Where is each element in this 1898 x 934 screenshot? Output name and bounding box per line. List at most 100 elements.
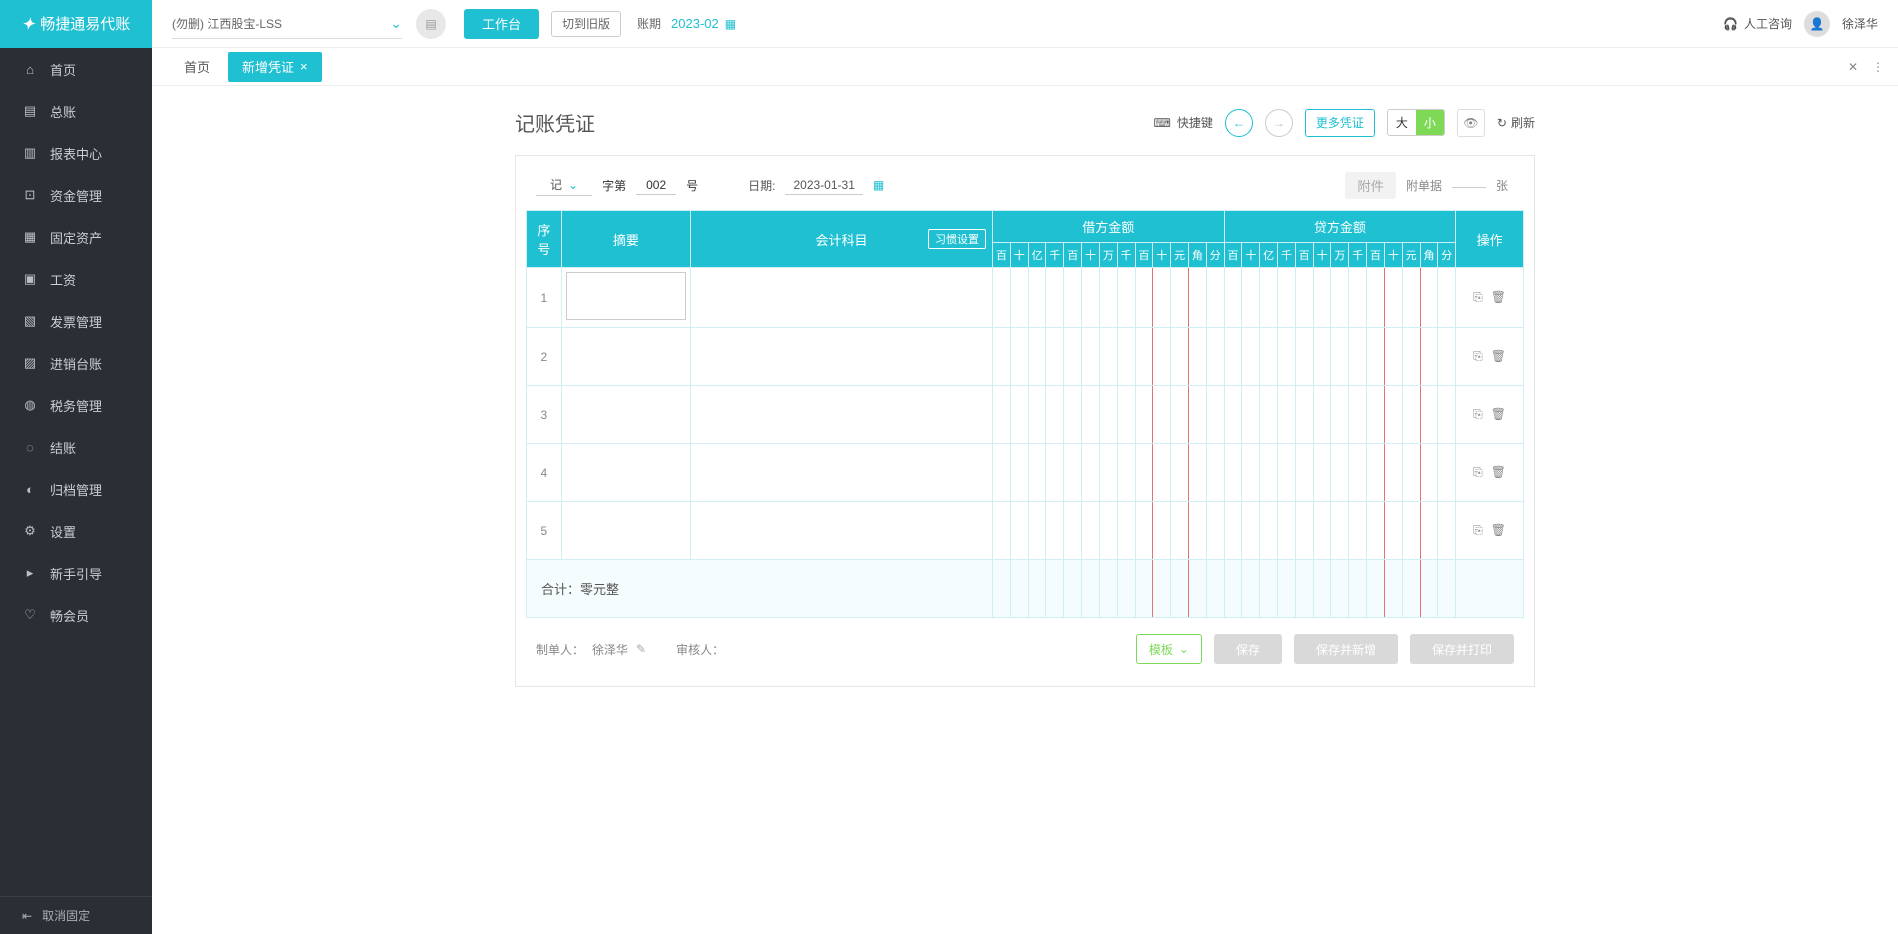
delete-row-icon[interactable]: 🗑	[1491, 290, 1506, 304]
money-cell[interactable]	[1028, 502, 1046, 560]
calendar-icon[interactable]: ▦	[873, 178, 884, 192]
sidebar-item-9[interactable]: ◌结账	[0, 426, 152, 468]
money-cell[interactable]	[1135, 502, 1153, 560]
tab-0[interactable]: 首页	[170, 52, 224, 82]
money-cell[interactable]	[1260, 328, 1278, 386]
money-cell[interactable]	[1313, 444, 1331, 502]
money-cell[interactable]	[1082, 502, 1100, 560]
sidebar-item-5[interactable]: ▣工资	[0, 258, 152, 300]
money-cell[interactable]	[1438, 502, 1456, 560]
delete-row-icon[interactable]: 🗑	[1491, 349, 1506, 363]
money-cell[interactable]	[1420, 502, 1438, 560]
money-cell[interactable]	[1278, 386, 1296, 444]
money-cell[interactable]	[1349, 444, 1367, 502]
money-cell[interactable]	[1099, 386, 1117, 444]
money-cell[interactable]	[993, 502, 1011, 560]
money-cell[interactable]	[1224, 328, 1242, 386]
money-cell[interactable]	[1438, 268, 1456, 328]
money-cell[interactable]	[1278, 328, 1296, 386]
money-cell[interactable]	[1188, 386, 1206, 444]
money-cell[interactable]	[993, 386, 1011, 444]
delete-row-icon[interactable]: 🗑	[1491, 407, 1506, 421]
money-cell[interactable]	[1242, 386, 1260, 444]
money-cell[interactable]	[1295, 328, 1313, 386]
subject-cell[interactable]	[691, 502, 993, 560]
money-cell[interactable]	[1260, 444, 1278, 502]
money-cell[interactable]	[1402, 268, 1420, 328]
money-cell[interactable]	[1384, 444, 1402, 502]
money-cell[interactable]	[1046, 328, 1064, 386]
money-cell[interactable]	[1153, 268, 1171, 328]
money-cell[interactable]	[1010, 328, 1028, 386]
size-toggle[interactable]: 大 小	[1387, 109, 1445, 136]
attach-count-input[interactable]	[1452, 183, 1486, 188]
money-cell[interactable]	[1064, 502, 1082, 560]
money-cell[interactable]	[1117, 444, 1135, 502]
document-icon[interactable]: ▤	[416, 9, 446, 39]
sidebar-item-12[interactable]: ▸新手引导	[0, 552, 152, 594]
save-new-button[interactable]: 保存并新增	[1294, 634, 1398, 664]
money-cell[interactable]	[1420, 268, 1438, 328]
money-cell[interactable]	[993, 268, 1011, 328]
money-cell[interactable]	[1278, 444, 1296, 502]
delete-row-icon[interactable]: 🗑	[1491, 465, 1506, 479]
refresh-button[interactable]: ↻ 刷新	[1497, 114, 1535, 131]
money-cell[interactable]	[1064, 386, 1082, 444]
summary-cell[interactable]	[561, 268, 690, 328]
habit-settings-button[interactable]: 习惯设置	[928, 229, 986, 249]
sidebar-item-2[interactable]: ▥报表中心	[0, 132, 152, 174]
money-cell[interactable]	[1188, 444, 1206, 502]
money-cell[interactable]	[1402, 444, 1420, 502]
calendar-icon[interactable]: ▦	[725, 17, 736, 31]
money-cell[interactable]	[1331, 328, 1349, 386]
money-cell[interactable]	[1171, 502, 1189, 560]
money-cell[interactable]	[1438, 386, 1456, 444]
money-cell[interactable]	[1313, 502, 1331, 560]
subject-cell[interactable]	[691, 328, 993, 386]
copy-row-icon[interactable]: ⎘	[1473, 465, 1483, 479]
money-cell[interactable]	[1046, 386, 1064, 444]
sidebar-item-3[interactable]: ⊡资金管理	[0, 174, 152, 216]
template-button[interactable]: 模板 ⌄	[1136, 634, 1202, 664]
money-cell[interactable]	[1349, 328, 1367, 386]
money-cell[interactable]	[1153, 502, 1171, 560]
summary-cell[interactable]	[561, 502, 690, 560]
money-cell[interactable]	[1082, 444, 1100, 502]
sidebar-item-6[interactable]: ▧发票管理	[0, 300, 152, 342]
money-cell[interactable]	[1295, 268, 1313, 328]
money-cell[interactable]	[1010, 386, 1028, 444]
sidebar-item-11[interactable]: ⚙设置	[0, 510, 152, 552]
money-cell[interactable]	[1384, 502, 1402, 560]
money-cell[interactable]	[1188, 328, 1206, 386]
sidebar-item-8[interactable]: ◍税务管理	[0, 384, 152, 426]
money-cell[interactable]	[1046, 502, 1064, 560]
money-cell[interactable]	[1420, 444, 1438, 502]
money-cell[interactable]	[1135, 268, 1153, 328]
money-cell[interactable]	[993, 328, 1011, 386]
save-print-button[interactable]: 保存并打印	[1410, 634, 1514, 664]
money-cell[interactable]	[1082, 268, 1100, 328]
money-cell[interactable]	[1064, 268, 1082, 328]
money-cell[interactable]	[1082, 386, 1100, 444]
attachment-button[interactable]: 附件	[1345, 172, 1396, 199]
more-voucher-button[interactable]: 更多凭证	[1305, 109, 1375, 137]
money-cell[interactable]	[1064, 444, 1082, 502]
money-cell[interactable]	[1171, 386, 1189, 444]
money-cell[interactable]	[1313, 386, 1331, 444]
size-small[interactable]: 小	[1416, 110, 1444, 135]
money-cell[interactable]	[1260, 268, 1278, 328]
money-cell[interactable]	[1046, 444, 1064, 502]
support-link[interactable]: 🎧 人工咨询	[1723, 15, 1792, 32]
money-cell[interactable]	[1367, 328, 1385, 386]
money-cell[interactable]	[1153, 444, 1171, 502]
money-cell[interactable]	[1349, 268, 1367, 328]
money-cell[interactable]	[1420, 328, 1438, 386]
money-cell[interactable]	[1420, 386, 1438, 444]
money-cell[interactable]	[1010, 502, 1028, 560]
next-voucher-button[interactable]: →	[1265, 109, 1293, 137]
money-cell[interactable]	[1153, 386, 1171, 444]
money-cell[interactable]	[1242, 502, 1260, 560]
money-cell[interactable]	[1135, 386, 1153, 444]
money-cell[interactable]	[1349, 502, 1367, 560]
money-cell[interactable]	[1206, 328, 1224, 386]
